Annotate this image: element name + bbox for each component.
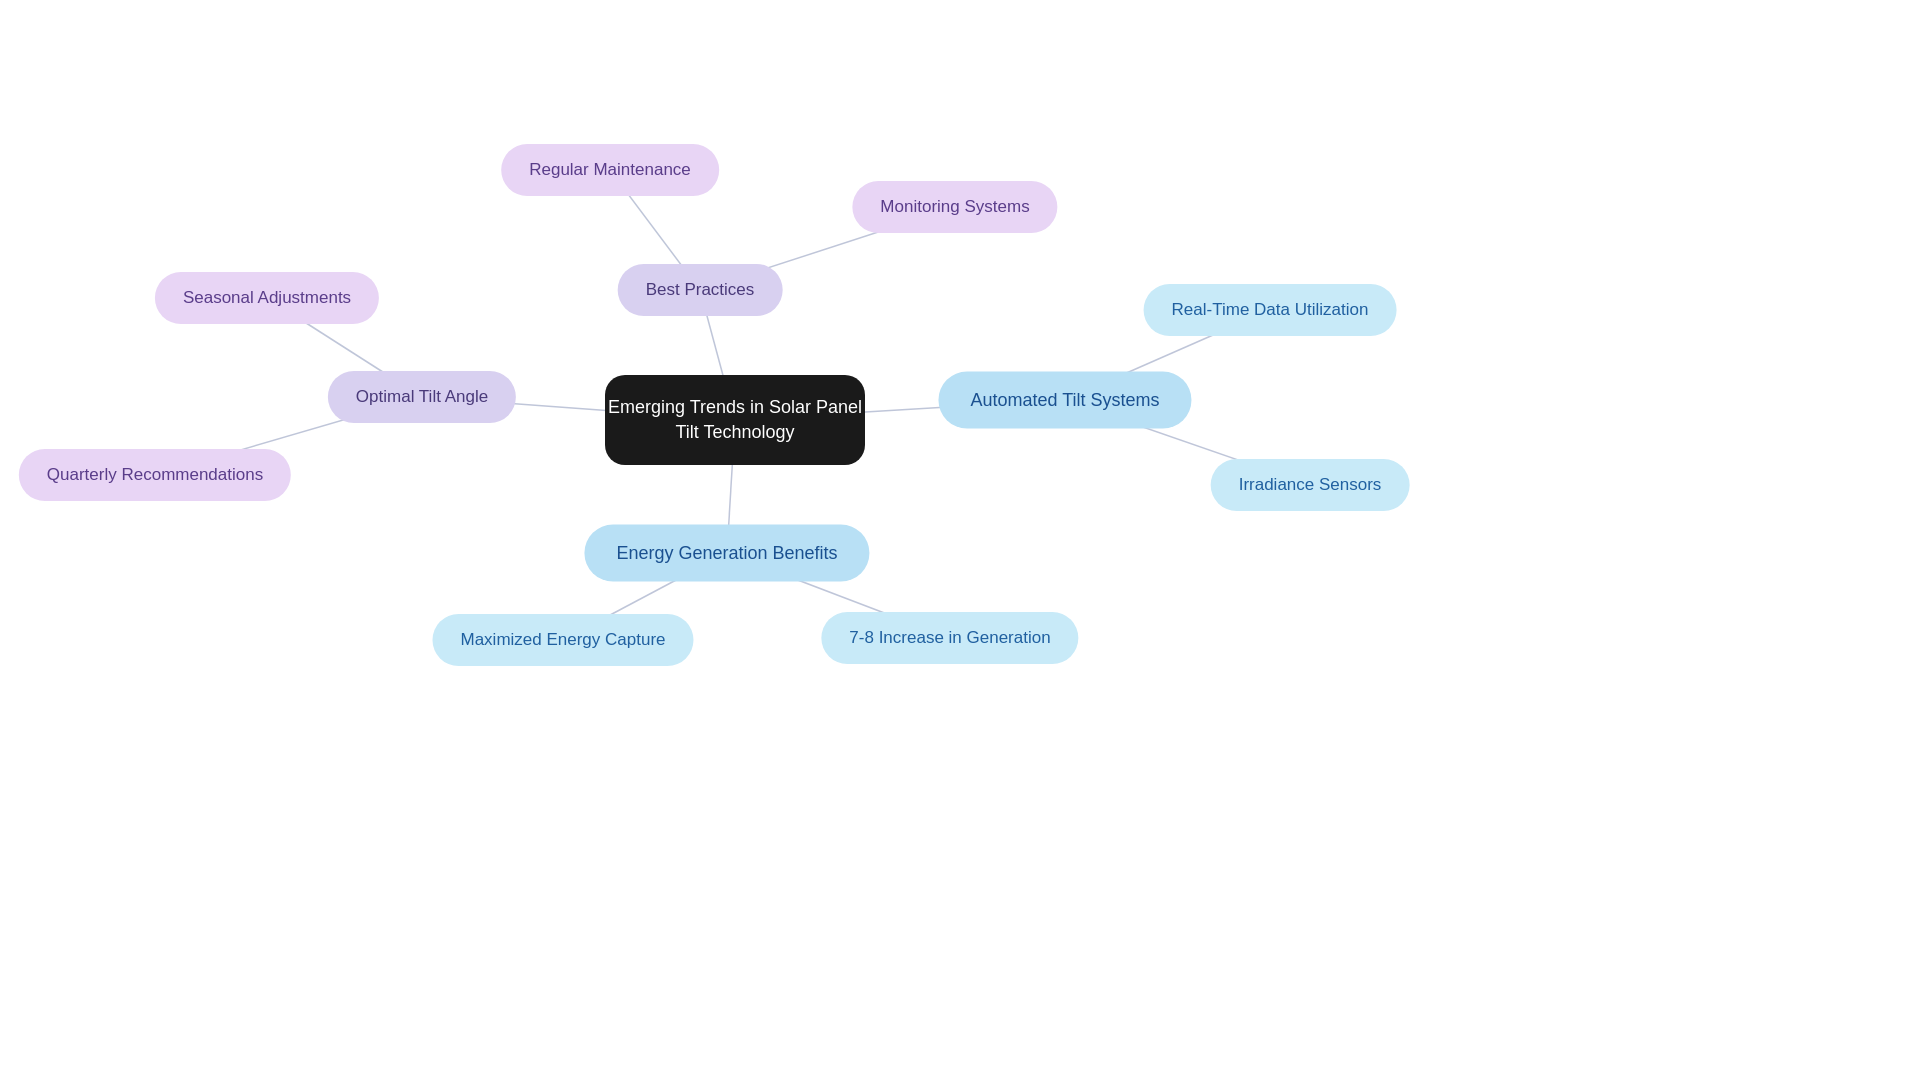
automated-tilt-systems-node: Automated Tilt Systems — [938, 372, 1191, 429]
automated-tilt-systems-label: Automated Tilt Systems — [970, 390, 1159, 411]
optimal-tilt-angle-node: Optimal Tilt Angle — [328, 371, 516, 423]
monitoring-systems-node: Monitoring Systems — [852, 181, 1057, 233]
quarterly-recommendations-node: Quarterly Recommendations — [19, 449, 291, 501]
quarterly-recommendations-label: Quarterly Recommendations — [47, 465, 263, 485]
maximized-energy-capture-label: Maximized Energy Capture — [460, 630, 665, 650]
regular-maintenance-node: Regular Maintenance — [501, 144, 719, 196]
increase-in-generation-label: 7-8 Increase in Generation — [849, 628, 1050, 648]
monitoring-systems-label: Monitoring Systems — [880, 197, 1029, 217]
regular-maintenance-label: Regular Maintenance — [529, 160, 691, 180]
center-label: Emerging Trends in Solar PanelTilt Techn… — [608, 395, 862, 445]
optimal-tilt-angle-label: Optimal Tilt Angle — [356, 387, 488, 407]
seasonal-adjustments-node: Seasonal Adjustments — [155, 272, 379, 324]
maximized-energy-capture-node: Maximized Energy Capture — [432, 614, 693, 666]
best-practices-label: Best Practices — [646, 280, 755, 300]
irradiance-sensors-label: Irradiance Sensors — [1239, 475, 1382, 495]
energy-generation-benefits-node: Energy Generation Benefits — [584, 525, 869, 582]
energy-generation-benefits-label: Energy Generation Benefits — [616, 543, 837, 564]
increase-in-generation-node: 7-8 Increase in Generation — [821, 612, 1078, 664]
irradiance-sensors-node: Irradiance Sensors — [1211, 459, 1410, 511]
real-time-data-label: Real-Time Data Utilization — [1172, 300, 1369, 320]
best-practices-node: Best Practices — [618, 264, 783, 316]
center-node: Emerging Trends in Solar PanelTilt Techn… — [605, 375, 865, 465]
seasonal-adjustments-label: Seasonal Adjustments — [183, 288, 351, 308]
real-time-data-node: Real-Time Data Utilization — [1144, 284, 1397, 336]
